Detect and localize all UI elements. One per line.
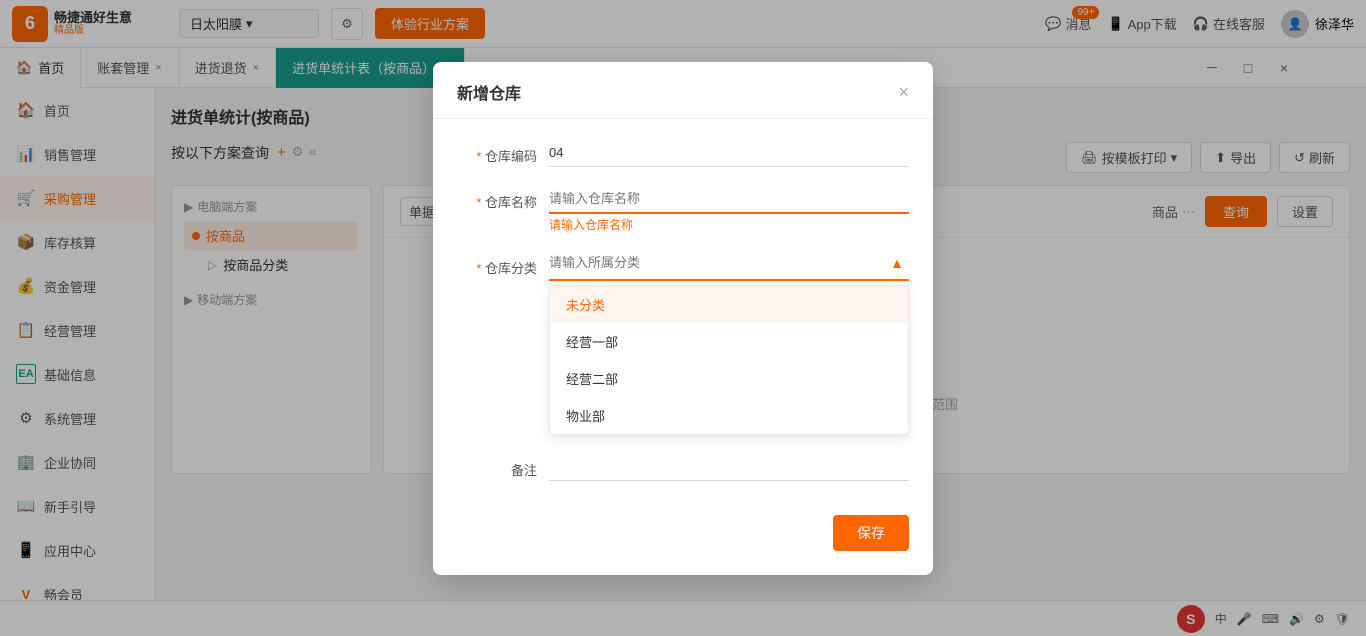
- form-row-code: 仓库编码: [457, 139, 909, 167]
- dropdown-label-dept2: 经营二部: [566, 372, 618, 387]
- category-dropdown: 未分类 经营一部 经营二部 物业部: [549, 285, 909, 435]
- category-toggle-btn[interactable]: ▲: [885, 251, 909, 275]
- dropdown-item-uncategorized[interactable]: 未分类: [550, 286, 908, 323]
- dropdown-label-uncategorized: 未分类: [566, 298, 605, 313]
- form-row-category: 仓库分类 ▲ 未分类 经营一部: [457, 251, 909, 435]
- form-row-name: 仓库名称 请输入仓库名称: [457, 185, 909, 233]
- dropdown-item-dept1[interactable]: 经营一部: [550, 323, 908, 360]
- warehouse-name-input[interactable]: [549, 185, 909, 214]
- category-label: 仓库分类: [457, 251, 537, 277]
- category-input-wrap: ▲ 未分类 经营一部 经营二部 物业部: [549, 251, 909, 435]
- dialog-title: 新增仓库: [457, 80, 521, 104]
- warehouse-note-input[interactable]: [549, 453, 909, 481]
- dropdown-label-dept1: 经营一部: [566, 335, 618, 350]
- form-row-note: 备注: [457, 453, 909, 481]
- dialog-footer: 保存: [433, 499, 933, 551]
- dropdown-item-dept2[interactable]: 经营二部: [550, 360, 908, 397]
- name-input-wrap: 请输入仓库名称: [549, 185, 909, 233]
- name-label: 仓库名称: [457, 185, 537, 211]
- dialog-header: 新增仓库 ×: [433, 62, 933, 119]
- warehouse-code-input[interactable]: [549, 139, 909, 167]
- dropdown-item-property[interactable]: 物业部: [550, 397, 908, 434]
- category-input[interactable]: [549, 255, 881, 270]
- note-label: 备注: [457, 453, 537, 479]
- dialog-body: 仓库编码 仓库名称 请输入仓库名称 仓库分类 ▲: [433, 119, 933, 481]
- category-input-row: ▲: [549, 251, 909, 281]
- code-label: 仓库编码: [457, 139, 537, 165]
- dialog-overlay: 新增仓库 × 仓库编码 仓库名称 请输入仓库名称 仓库分类: [0, 0, 1366, 636]
- name-error-msg: 请输入仓库名称: [549, 216, 909, 233]
- add-warehouse-dialog: 新增仓库 × 仓库编码 仓库名称 请输入仓库名称 仓库分类: [433, 62, 933, 575]
- dropdown-label-property: 物业部: [566, 409, 605, 424]
- save-button[interactable]: 保存: [833, 515, 909, 551]
- dialog-close-button[interactable]: ×: [898, 83, 909, 101]
